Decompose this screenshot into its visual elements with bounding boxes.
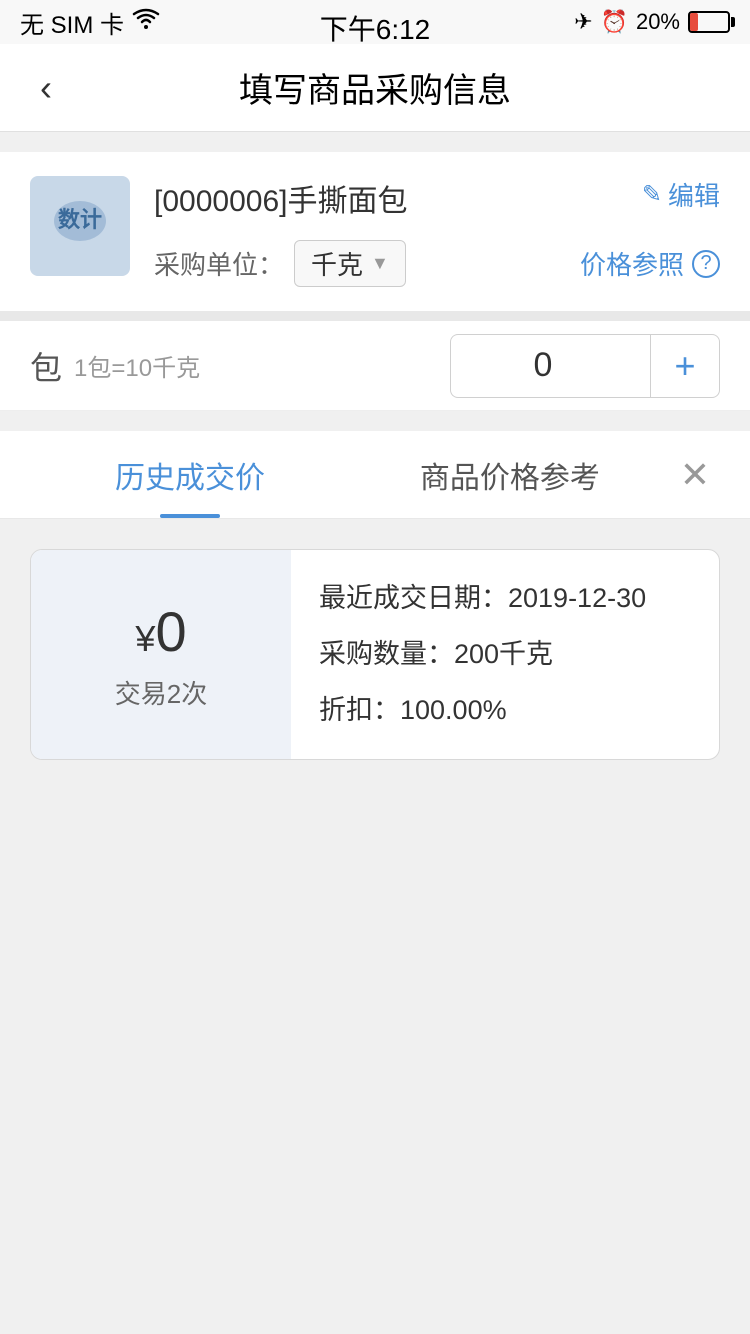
back-button[interactable]: ‹: [30, 57, 62, 119]
product-name: [0000006]手撕面包: [154, 176, 407, 220]
status-bar: 无 SIM 卡 下午6:12 ✈ ⏰ 20%: [0, 0, 750, 44]
discount-row: 折扣：100.00%: [319, 692, 691, 730]
price-ref-help-icon: ?: [692, 250, 720, 278]
edit-button[interactable]: ✎ 编辑: [642, 176, 720, 213]
price-reference-button[interactable]: 价格参照 ?: [580, 245, 720, 282]
gps-icon: ✈: [574, 9, 592, 35]
history-times: 交易2次: [115, 674, 207, 711]
history-price-right: 最近成交日期：2019-12-30 采购数量：200千克 折扣：100.00%: [291, 550, 719, 759]
product-info: [0000006]手撕面包 ✎ 编辑 采购单位： 千克 ▼ 价格参照 ?: [154, 176, 720, 287]
product-header: [0000006]手撕面包 ✎ 编辑: [154, 176, 720, 220]
tabs-bar: 历史成交价 商品价格参考 ✕: [0, 431, 750, 519]
tab-price-ref-label: 商品价格参考: [420, 453, 600, 497]
history-price-value: ¥0: [135, 599, 186, 664]
quantity-row: 包 1包=10千克 +: [0, 321, 750, 411]
product-card: 数计 [0000006]手撕面包 ✎ 编辑 采购单位： 千克 ▼ 价格参照: [0, 152, 750, 311]
unit-selector: 采购单位： 千克 ▼: [154, 240, 406, 287]
tab-history-price[interactable]: 历史成交价: [30, 431, 350, 518]
quantity-plus-button[interactable]: +: [650, 334, 720, 398]
product-image: 数计: [30, 176, 130, 276]
unit-conversion: 1包=10千克: [74, 348, 200, 383]
purchase-quantity-row: 采购数量：200千克: [319, 636, 691, 674]
nav-bar: ‹ 填写商品采购信息: [0, 44, 750, 132]
edit-icon: ✎: [642, 180, 662, 209]
carrier-text: 无 SIM 卡: [20, 5, 124, 40]
product-logo-icon: 数计: [50, 191, 110, 261]
product-unit-row: 采购单位： 千克 ▼ 价格参照 ?: [154, 240, 720, 287]
unit-chevron-icon: ▼: [371, 253, 389, 274]
page-title: 填写商品采购信息: [239, 63, 511, 112]
status-time: 下午6:12: [320, 8, 431, 48]
divider-bar: [0, 311, 750, 321]
tabs-close-button[interactable]: ✕: [670, 454, 720, 496]
quantity-input[interactable]: [450, 334, 650, 398]
quantity-label: 包 1包=10千克: [30, 343, 200, 389]
content-area: ¥0 交易2次 最近成交日期：2019-12-30 采购数量：200千克 折扣：…: [0, 549, 750, 1249]
tab-active-indicator: [160, 514, 220, 518]
currency-symbol: ¥: [135, 618, 155, 659]
unit-badge: 包: [30, 343, 62, 389]
tab-history-label: 历史成交价: [115, 453, 265, 497]
svg-text:数计: 数计: [58, 207, 102, 232]
unit-label: 采购单位：: [154, 245, 284, 282]
unit-dropdown[interactable]: 千克 ▼: [294, 240, 406, 287]
alarm-icon: ⏰: [601, 9, 628, 35]
tab-product-price-ref[interactable]: 商品价格参考: [350, 431, 670, 518]
quantity-input-wrap: +: [200, 334, 720, 398]
wifi-icon: [132, 8, 160, 37]
history-price-card: ¥0 交易2次 最近成交日期：2019-12-30 采购数量：200千克 折扣：…: [30, 549, 720, 760]
last-date-row: 最近成交日期：2019-12-30: [319, 580, 691, 618]
battery-percent: 20%: [636, 9, 680, 35]
battery-icon: [688, 11, 730, 33]
status-right: ✈ ⏰ 20%: [574, 9, 730, 35]
history-price-left: ¥0 交易2次: [31, 550, 291, 759]
status-left: 无 SIM 卡: [20, 5, 160, 40]
